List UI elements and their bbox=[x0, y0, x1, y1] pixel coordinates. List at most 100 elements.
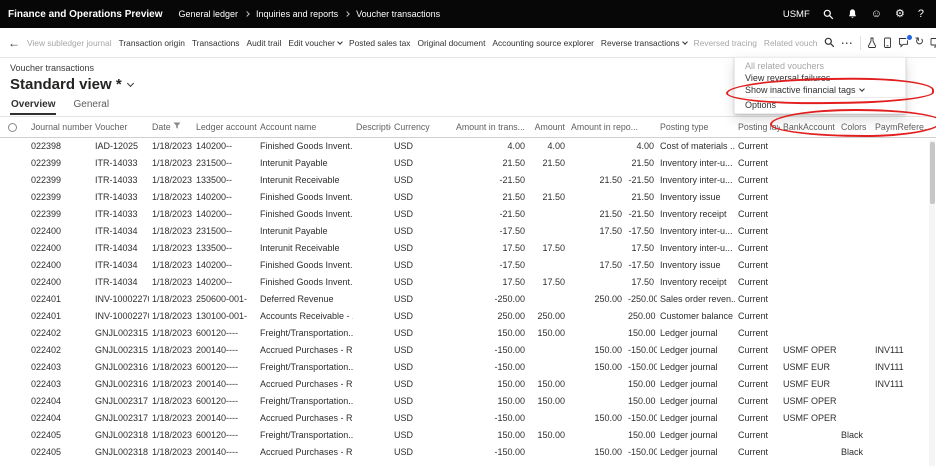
cell-amount-in-transaction[interactable]: 4.00 bbox=[431, 138, 528, 155]
cell-ledger-account[interactable]: 600120---- bbox=[193, 325, 257, 342]
action-transactions[interactable]: Transactions bbox=[192, 38, 240, 48]
cell-ledger-account[interactable]: 600120---- bbox=[193, 427, 257, 444]
cell-colors[interactable] bbox=[838, 359, 872, 376]
cell-currency[interactable]: USD bbox=[391, 359, 431, 376]
table-row[interactable]: 022404 GNJL002317 1/18/2023 200140---- Accru… bbox=[0, 410, 936, 427]
cell-posting-type[interactable]: Customer balance bbox=[657, 308, 735, 325]
table-row[interactable]: 022400 ITR-14034 1/18/2023 140200-- Finished… bbox=[0, 274, 936, 291]
cell-amount-in-transaction[interactable]: 150.00 bbox=[431, 325, 528, 342]
row-select[interactable] bbox=[0, 274, 28, 291]
cell-colors[interactable] bbox=[838, 410, 872, 427]
row-select[interactable] bbox=[0, 138, 28, 155]
cell-colors[interactable] bbox=[838, 274, 872, 291]
cell-voucher[interactable]: GNJL002315 bbox=[92, 325, 149, 342]
cell-amount-in-transaction[interactable]: 150.00 bbox=[431, 427, 528, 444]
cell-date[interactable]: 1/18/2023 bbox=[149, 138, 193, 155]
cell-amount-credit[interactable] bbox=[568, 240, 625, 257]
action-accounting-source-explorer[interactable]: Accounting source explorer bbox=[492, 38, 594, 48]
cell-amount-credit[interactable] bbox=[568, 325, 625, 342]
cell-voucher[interactable]: GNJL002318 bbox=[92, 427, 149, 444]
breadcrumb-item-inquiries-and-reports[interactable]: Inquiries and reports bbox=[256, 9, 338, 19]
cell-currency[interactable]: USD bbox=[391, 342, 431, 359]
cell-ledger-account[interactable]: 231500-- bbox=[193, 223, 257, 240]
cell-payment-reference[interactable] bbox=[872, 393, 936, 410]
cell-payment-reference[interactable] bbox=[872, 308, 936, 325]
cell-colors[interactable] bbox=[838, 376, 872, 393]
feedback-icon[interactable]: ☺ bbox=[871, 8, 882, 20]
menu-item-show-inactive-financial-tags[interactable]: Show inactive financial tags bbox=[735, 84, 905, 96]
cell-ledger-account[interactable]: 140200-- bbox=[193, 189, 257, 206]
cell-ledger-account[interactable]: 133500-- bbox=[193, 172, 257, 189]
cell-amount-debit[interactable] bbox=[528, 444, 568, 461]
cell-posting-type[interactable]: Ledger journal bbox=[657, 393, 735, 410]
cell-voucher[interactable]: ITR-14033 bbox=[92, 172, 149, 189]
cell-payment-reference[interactable] bbox=[872, 291, 936, 308]
cell-amount-debit[interactable] bbox=[528, 342, 568, 359]
cell-posting-type[interactable]: Inventory inter-u... bbox=[657, 240, 735, 257]
cell-journal-number[interactable]: 022403 bbox=[28, 359, 92, 376]
cell-payment-reference[interactable] bbox=[872, 189, 936, 206]
cell-journal-number[interactable]: 022405 bbox=[28, 444, 92, 461]
cell-amount-in-reporting[interactable]: 150.00 bbox=[625, 325, 657, 342]
cell-date[interactable]: 1/18/2023 bbox=[149, 206, 193, 223]
cell-date[interactable]: 1/18/2023 bbox=[149, 376, 193, 393]
cell-description[interactable] bbox=[353, 257, 391, 274]
tab-overview[interactable]: Overview bbox=[10, 99, 57, 115]
row-select[interactable] bbox=[0, 393, 28, 410]
alerts-icon[interactable] bbox=[847, 8, 858, 20]
cell-journal-number[interactable]: 022399 bbox=[28, 155, 92, 172]
cell-posting-layer[interactable]: Current bbox=[735, 410, 780, 427]
cell-colors[interactable] bbox=[838, 138, 872, 155]
cell-amount-in-reporting[interactable]: 17.50 bbox=[625, 274, 657, 291]
cell-account-name[interactable]: Freight/Transportation... bbox=[257, 427, 353, 444]
cell-posting-layer[interactable]: Current bbox=[735, 223, 780, 240]
cell-date[interactable]: 1/18/2023 bbox=[149, 274, 193, 291]
cell-currency[interactable]: USD bbox=[391, 291, 431, 308]
cell-account-name[interactable]: Accrued Purchases - R... bbox=[257, 444, 353, 461]
cell-amount-debit[interactable]: 17.50 bbox=[528, 274, 568, 291]
action-transaction-origin[interactable]: Transaction origin bbox=[119, 38, 185, 48]
cell-colors[interactable] bbox=[838, 291, 872, 308]
cell-bank-account[interactable] bbox=[780, 138, 838, 155]
cell-account-name[interactable]: Interunit Receivable bbox=[257, 172, 353, 189]
cell-posting-layer[interactable]: Current bbox=[735, 189, 780, 206]
row-select[interactable] bbox=[0, 410, 28, 427]
cell-payment-reference[interactable] bbox=[872, 444, 936, 461]
cell-posting-layer[interactable]: Current bbox=[735, 325, 780, 342]
cell-ledger-account[interactable]: 140200-- bbox=[193, 274, 257, 291]
table-row[interactable]: 022405 GNJL002318 1/18/2023 600120---- Freig… bbox=[0, 427, 936, 444]
cell-posting-type[interactable]: Inventory inter-u... bbox=[657, 223, 735, 240]
column-header-ledger-account[interactable]: Ledger account bbox=[193, 117, 257, 137]
cell-bank-account[interactable] bbox=[780, 325, 838, 342]
cell-description[interactable] bbox=[353, 206, 391, 223]
cell-amount-debit[interactable] bbox=[528, 359, 568, 376]
table-row[interactable]: 022400 ITR-14034 1/18/2023 133500-- Interuni… bbox=[0, 240, 936, 257]
cell-voucher[interactable]: GNJL002318 bbox=[92, 444, 149, 461]
cell-bank-account[interactable]: USMF OPER bbox=[780, 393, 838, 410]
cell-journal-number[interactable]: 022398 bbox=[28, 138, 92, 155]
cell-payment-reference[interactable] bbox=[872, 206, 936, 223]
cell-amount-credit[interactable] bbox=[568, 274, 625, 291]
cell-currency[interactable]: USD bbox=[391, 325, 431, 342]
help-icon[interactable]: ? bbox=[918, 8, 924, 20]
action-original-document[interactable]: Original document bbox=[417, 38, 485, 48]
cell-posting-type[interactable]: Ledger journal bbox=[657, 359, 735, 376]
cell-amount-in-reporting[interactable]: 17.50 bbox=[625, 240, 657, 257]
cell-payment-reference[interactable] bbox=[872, 138, 936, 155]
cell-account-name[interactable]: Finished Goods Invent... bbox=[257, 189, 353, 206]
cell-journal-number[interactable]: 022400 bbox=[28, 257, 92, 274]
cell-amount-in-reporting[interactable]: 150.00 bbox=[625, 376, 657, 393]
cell-amount-credit[interactable]: 150.00 bbox=[568, 359, 625, 376]
action-reverse-transactions[interactable]: Reverse transactions bbox=[601, 38, 688, 48]
cell-amount-in-transaction[interactable]: -17.50 bbox=[431, 223, 528, 240]
cell-currency[interactable]: USD bbox=[391, 444, 431, 461]
cell-description[interactable] bbox=[353, 410, 391, 427]
cell-amount-debit[interactable]: 21.50 bbox=[528, 189, 568, 206]
cell-amount-credit[interactable]: 150.00 bbox=[568, 410, 625, 427]
cell-date[interactable]: 1/18/2023 bbox=[149, 257, 193, 274]
more-options-icon[interactable]: ⋯ bbox=[841, 37, 854, 49]
cell-amount-debit[interactable]: 150.00 bbox=[528, 376, 568, 393]
cell-currency[interactable]: USD bbox=[391, 240, 431, 257]
cell-posting-layer[interactable]: Current bbox=[735, 138, 780, 155]
cell-colors[interactable] bbox=[838, 240, 872, 257]
